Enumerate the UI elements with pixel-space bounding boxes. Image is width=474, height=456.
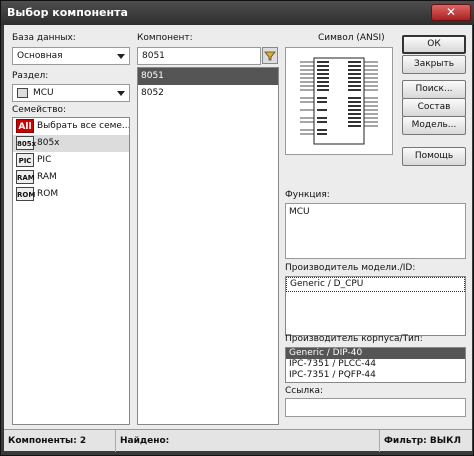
component-item[interactable]: 8051 (138, 68, 278, 85)
model-maker-list[interactable]: Generic / D_CPU (285, 276, 466, 336)
chevron-down-icon (117, 54, 125, 59)
found-status: Найдено: (116, 430, 380, 452)
package-maker-list[interactable]: Generic / DIP-40 IPC-7351 / PLCC-44 IPC-… (285, 347, 466, 383)
family-item-ram[interactable]: RAM RAM (13, 169, 129, 186)
component-browser-window: Выбор компонента ✕ База данных: Основная… (0, 0, 474, 456)
dialog-client-area: База данных: Основная Раздел: MCU Семейс… (4, 25, 472, 452)
package-maker-label: Производитель корпуса/Тип: (285, 334, 423, 344)
family-item-all[interactable]: All Выбрать все семе... (13, 118, 129, 135)
component-label: Компонент: (137, 33, 193, 43)
function-value: MCU (289, 207, 310, 217)
filter-button[interactable] (262, 47, 278, 64)
family-item-rom[interactable]: ROM ROM (13, 186, 129, 203)
database-value: Основная (17, 51, 63, 61)
database-label: База данных: (12, 33, 76, 43)
status-bar: Компоненты: 2 Найдено: Фильтр: ВЫКЛ (4, 429, 472, 452)
component-count: Компоненты: 2 (4, 430, 116, 452)
memory-icon: RAM (16, 169, 35, 184)
close-button[interactable]: Закрыть (402, 55, 466, 74)
package-item[interactable]: Generic / DIP-40 (286, 348, 465, 359)
all-families-icon: All (16, 118, 34, 133)
function-label: Функция: (285, 190, 330, 200)
filter-icon (264, 51, 276, 61)
window-title: Выбор компонента (7, 6, 128, 19)
symbol-label: Символ (ANSI) (318, 33, 385, 43)
family-item-pic[interactable]: PIC PIC (13, 152, 129, 169)
chevron-down-icon (117, 91, 125, 96)
family-item-805x[interactable]: 805x805x (13, 135, 129, 152)
link-label: Ссылка: (285, 386, 324, 396)
model-button[interactable]: Модель... (402, 116, 466, 135)
chip-icon: 805x (16, 135, 36, 150)
section-label: Раздел: (12, 71, 49, 81)
link-field[interactable] (285, 398, 466, 417)
component-item[interactable]: 8052 (138, 85, 278, 102)
function-field: MCU (285, 203, 466, 259)
model-maker-label: Производитель модели./ID: (285, 263, 416, 273)
symbol-preview (285, 47, 393, 155)
search-button[interactable]: Поиск... (402, 80, 466, 99)
component-list[interactable]: 8051 8052 (137, 67, 279, 425)
component-search-value: 8051 (142, 51, 165, 61)
close-window-button[interactable]: ✕ (431, 4, 471, 21)
section-select[interactable]: MCU (12, 84, 130, 102)
package-item[interactable]: IPC-7351 / PQFP-44 (286, 370, 465, 381)
filter-status: Фильтр: ВЫКЛ (384, 436, 461, 446)
mcu-symbol-graphic (300, 57, 378, 145)
family-label: Семейство: (12, 105, 67, 115)
section-value: MCU (33, 88, 54, 98)
component-search-input[interactable]: 8051 (137, 47, 261, 65)
memory-icon: ROM (16, 186, 35, 201)
database-select[interactable]: Основная (12, 47, 130, 65)
family-list[interactable]: All Выбрать все семе... 805x805x PIC PIC R… (12, 117, 130, 425)
chip-icon (17, 88, 28, 98)
ok-button[interactable]: ОК (402, 35, 466, 54)
package-item[interactable]: IPC-7351 / PLCC-44 (286, 359, 465, 370)
chip-icon: PIC (16, 152, 34, 167)
model-maker-item[interactable]: Generic / D_CPU (286, 277, 465, 292)
title-bar[interactable]: Выбор компонента ✕ (1, 1, 474, 25)
composition-button[interactable]: Состав (402, 98, 466, 117)
help-button[interactable]: Помощь (402, 147, 466, 166)
